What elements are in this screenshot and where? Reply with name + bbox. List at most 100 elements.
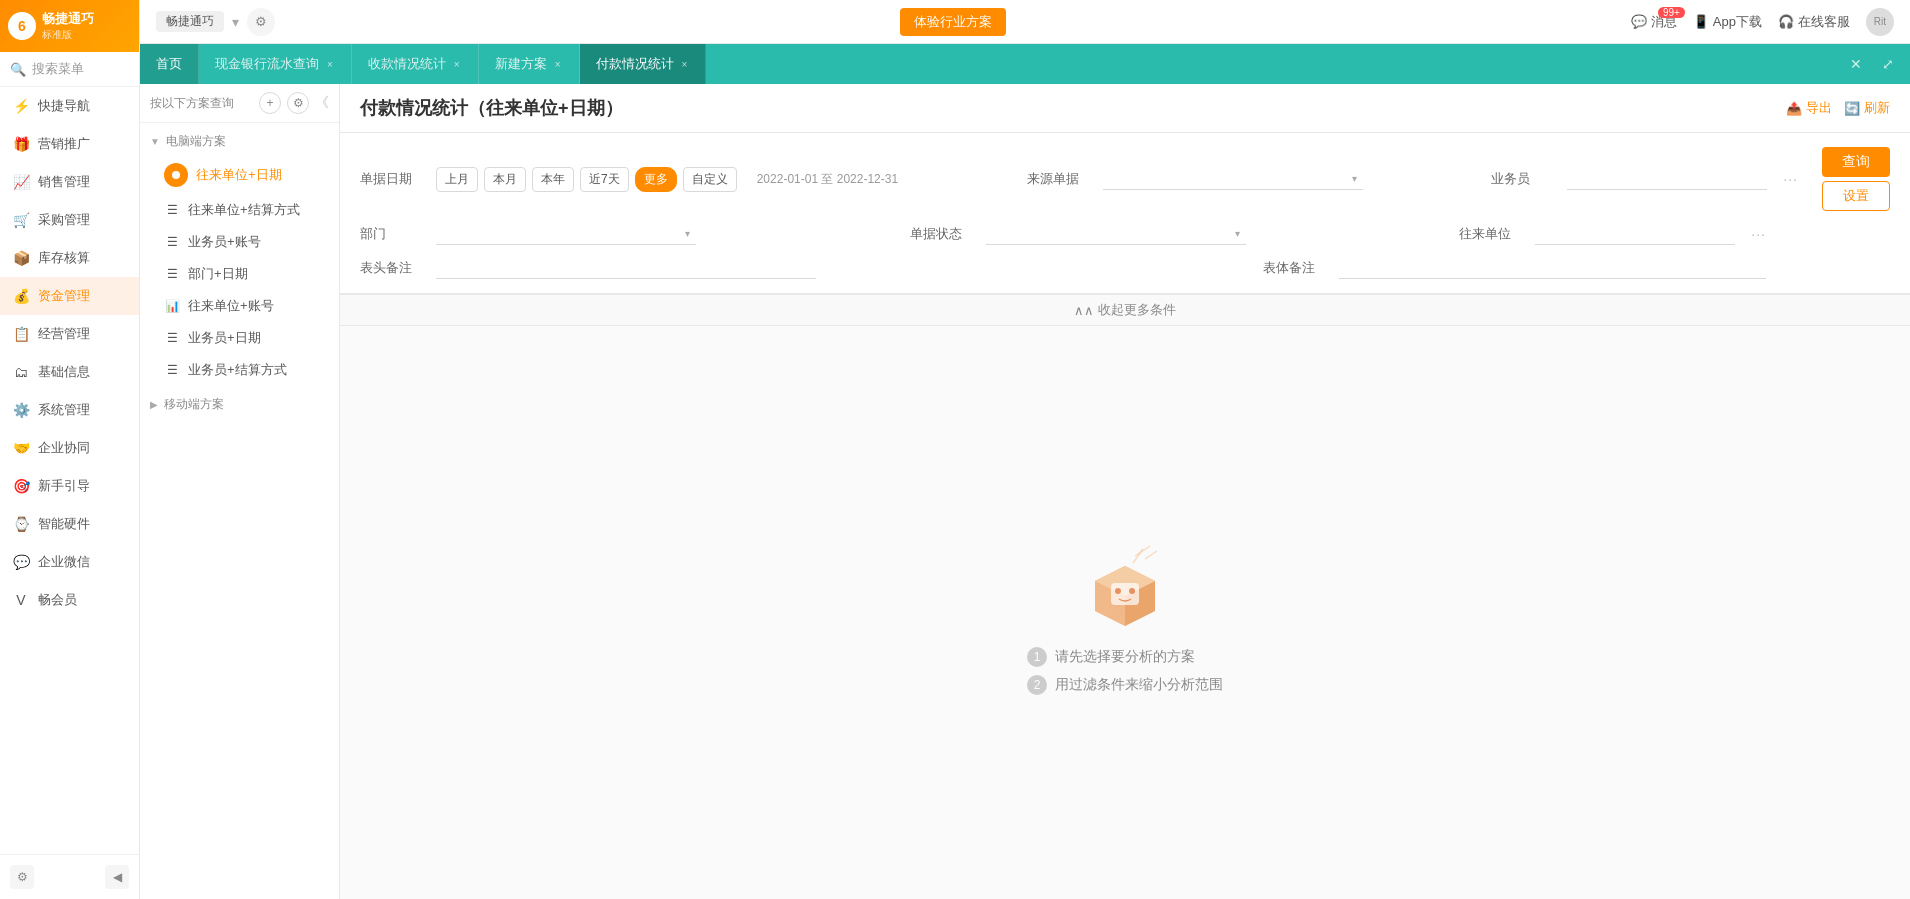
sidebar-item-marketing[interactable]: 🎁 营销推广	[0, 125, 139, 163]
empty-tip-2: 2 用过滤条件来缩小分析范围	[1027, 675, 1223, 695]
message-button[interactable]: 💬 消息 99+	[1631, 13, 1677, 31]
settings-scheme-button[interactable]: ⚙	[287, 92, 309, 114]
system-icon: ⚙️	[12, 401, 30, 419]
sidebar-item-newbie[interactable]: 🎯 新手引导	[0, 467, 139, 505]
footer-collapse-icon[interactable]: ◀	[105, 865, 129, 889]
dept-input[interactable]	[442, 226, 685, 241]
topbar-right: 💬 消息 99+ 📱 App下载 🎧 在线客服 Rit	[1631, 8, 1894, 36]
pc-scheme-section-header[interactable]: ▼ 电脑端方案	[140, 127, 339, 156]
topbar-gear-icon[interactable]: ⚙	[247, 8, 275, 36]
salesman-input[interactable]	[1573, 171, 1761, 186]
sidebar-item-enterprise[interactable]: 🤝 企业协同	[0, 429, 139, 467]
scheme-item-unit-settle[interactable]: ☰ 往来单位+结算方式	[140, 194, 339, 226]
scheme-item-salesman-settle[interactable]: ☰ 业务员+结算方式	[140, 354, 339, 386]
tab-receipt-stat-label: 收款情况统计	[368, 55, 446, 73]
date-label: 单据日期	[360, 170, 420, 188]
counterpart-input[interactable]	[1541, 226, 1729, 241]
date-btn-custom[interactable]: 自定义	[683, 167, 737, 192]
scheme-item-unit-date[interactable]: 往来单位+日期	[140, 156, 339, 194]
tabbar-actions: ✕ ⤢	[1834, 44, 1910, 84]
sidebar-item-purchase[interactable]: 🛒 采购管理	[0, 201, 139, 239]
online-service-button[interactable]: 🎧 在线客服	[1778, 13, 1850, 31]
scheme-item-unit-account[interactable]: 📊 往来单位+账号	[140, 290, 339, 322]
voucher-status-select[interactable]: ▾	[986, 223, 1246, 245]
tab-receipt-stat-close-icon[interactable]: ×	[452, 57, 462, 72]
tab-bank-flow[interactable]: 现金银行流水查询 ×	[199, 44, 352, 84]
sidebar-item-quick-nav[interactable]: ⚡ 快捷导航	[0, 87, 139, 125]
source-select[interactable]: ▾	[1103, 168, 1363, 190]
tab-new-scheme-close-icon[interactable]: ×	[553, 57, 563, 72]
scheme-item-salesman-account[interactable]: ☰ 业务员+账号	[140, 226, 339, 258]
date-btn-last-month[interactable]: 上月	[436, 167, 478, 192]
scheme-item-icon: ☰	[164, 330, 180, 346]
tab-bank-flow-close-icon[interactable]: ×	[325, 57, 335, 72]
salesman-select[interactable]	[1567, 168, 1767, 190]
query-button[interactable]: 查询	[1822, 147, 1890, 177]
export-button[interactable]: 📤 导出	[1786, 99, 1832, 117]
collapse-more-label: 收起更多条件	[1098, 301, 1176, 319]
main-area: 畅捷通巧 ▾ ⚙ 体验行业方案 💬 消息 99+ 📱 App下载 🎧 在线客服	[140, 0, 1910, 899]
tip-text-2: 用过滤条件来缩小分析范围	[1055, 676, 1223, 694]
scheme-item-dept-date[interactable]: ☰ 部门+日期	[140, 258, 339, 290]
sidebar-search[interactable]: 🔍 搜索菜单	[0, 52, 139, 87]
source-input[interactable]	[1109, 171, 1352, 186]
tab-payment-stat[interactable]: 付款情况统计 ×	[580, 44, 707, 84]
dept-select[interactable]: ▾	[436, 223, 696, 245]
header-note-input[interactable]	[442, 260, 810, 275]
export-icon: 📤	[1786, 101, 1802, 116]
message-icon: 💬	[1631, 14, 1647, 29]
dept-label: 部门	[360, 225, 420, 243]
counterpart-dots-button[interactable]: ···	[1751, 226, 1766, 242]
sidebar-item-hardware[interactable]: ⌚ 智能硬件	[0, 505, 139, 543]
tab-payment-stat-close-icon[interactable]: ×	[680, 57, 690, 72]
sales-icon: 📈	[12, 173, 30, 191]
sidebar-item-basic-info[interactable]: 🗂 基础信息	[0, 353, 139, 391]
sidebar-title: 畅捷通巧	[42, 10, 94, 28]
scheme-header: 按以下方案查询 + ⚙ 《	[140, 84, 339, 123]
active-dot	[172, 171, 180, 179]
scheme-item-salesman-date[interactable]: ☰ 业务员+日期	[140, 322, 339, 354]
sidebar-item-label: 营销推广	[38, 135, 90, 153]
add-scheme-button[interactable]: +	[259, 92, 281, 114]
app-download-button[interactable]: 📱 App下载	[1693, 13, 1762, 31]
collapse-scheme-panel-icon[interactable]: 《	[315, 94, 329, 112]
sidebar-item-operations[interactable]: 📋 经营管理	[0, 315, 139, 353]
mobile-scheme-section-header[interactable]: ▶ 移动端方案	[140, 390, 339, 419]
date-btn-this-month[interactable]: 本月	[484, 167, 526, 192]
sidebar-item-inventory[interactable]: 📦 库存核算	[0, 239, 139, 277]
filter-row-1: 单据日期 上月 本月 本年 近7天 更多 自定义 2022-01-01 至 20…	[360, 147, 1890, 211]
date-btn-this-year[interactable]: 本年	[532, 167, 574, 192]
brand-name: 畅捷通巧	[156, 11, 224, 32]
header-note-input-box[interactable]	[436, 257, 816, 279]
close-all-tabs-button[interactable]: ✕	[1842, 50, 1870, 78]
sidebar-item-system[interactable]: ⚙️ 系统管理	[0, 391, 139, 429]
sidebar-item-sales[interactable]: 📈 销售管理	[0, 163, 139, 201]
expand-tabs-button[interactable]: ⤢	[1874, 50, 1902, 78]
filter-area: 单据日期 上月 本月 本年 近7天 更多 自定义 2022-01-01 至 20…	[340, 133, 1910, 294]
scheme-item-icon: ☰	[164, 362, 180, 378]
collapse-more-button[interactable]: ∧∧ 收起更多条件	[1074, 301, 1176, 319]
salesman-dots-button[interactable]: ···	[1783, 171, 1798, 187]
sidebar-item-capital[interactable]: 💰 资金管理	[0, 277, 139, 315]
body-note-input[interactable]	[1345, 260, 1760, 275]
voucher-status-input[interactable]	[992, 226, 1235, 241]
footer-gear-icon[interactable]: ⚙	[10, 865, 34, 889]
body-note-input-box[interactable]	[1339, 257, 1766, 279]
sidebar-item-wechat[interactable]: 💬 企业微信	[0, 543, 139, 581]
settings-button[interactable]: 设置	[1822, 181, 1890, 211]
tab-home[interactable]: 首页	[140, 44, 199, 84]
date-btn-7days[interactable]: 近7天	[580, 167, 629, 192]
trial-button[interactable]: 体验行业方案	[900, 8, 1006, 36]
dropdown-arrow-icon[interactable]: ▾	[232, 14, 239, 30]
sidebar-item-member[interactable]: V 畅会员	[0, 581, 139, 619]
date-btn-more[interactable]: 更多	[635, 167, 677, 192]
refresh-button[interactable]: 🔄 刷新	[1844, 99, 1890, 117]
tab-bank-flow-label: 现金银行流水查询	[215, 55, 319, 73]
avatar[interactable]: Rit	[1866, 8, 1894, 36]
marketing-icon: 🎁	[12, 135, 30, 153]
tip-number-2: 2	[1027, 675, 1047, 695]
tab-new-scheme[interactable]: 新建方案 ×	[479, 44, 580, 84]
operations-icon: 📋	[12, 325, 30, 343]
tab-receipt-stat[interactable]: 收款情况统计 ×	[352, 44, 479, 84]
counterpart-select[interactable]	[1535, 223, 1735, 245]
